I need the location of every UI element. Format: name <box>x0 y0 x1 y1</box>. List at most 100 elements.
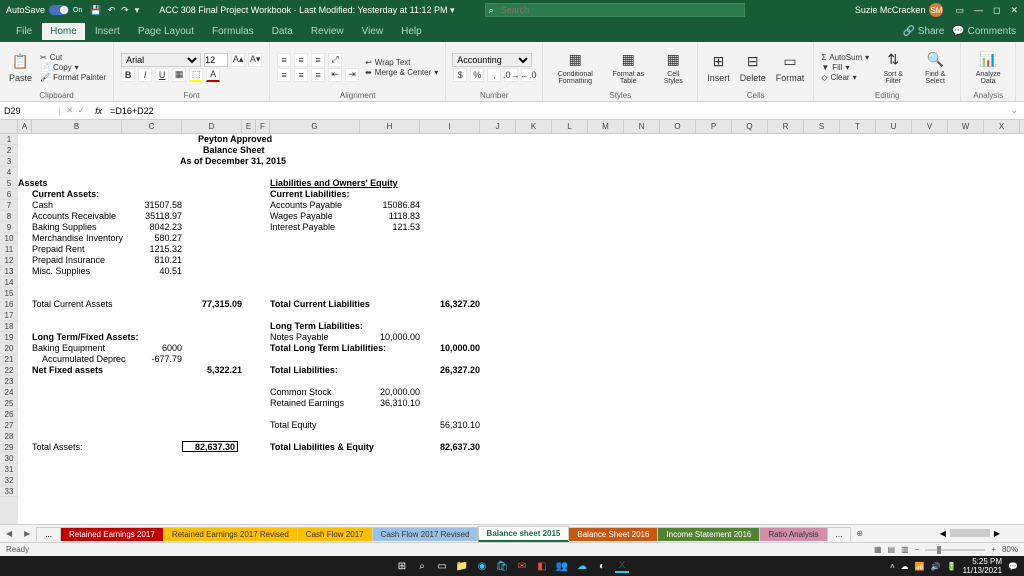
search-box[interactable]: ⌕ <box>485 3 745 17</box>
share-button[interactable]: 🔗 Share <box>902 26 944 37</box>
sheet-tab[interactable]: Balance Sheet 2016 <box>568 527 658 541</box>
redo-icon[interactable]: ↷ <box>121 5 129 16</box>
align-middle-icon[interactable]: ≡ <box>294 53 308 67</box>
tab-review[interactable]: Review <box>303 23 352 40</box>
cell[interactable]: 1118.83 <box>360 211 420 222</box>
cell[interactable]: Accounts Payable <box>270 200 342 211</box>
insert-cells-button[interactable]: ⊞Insert <box>704 51 733 84</box>
sort-filter-button[interactable]: ⇅Sort & Filter <box>874 49 912 86</box>
col-s[interactable]: S <box>804 120 840 133</box>
view-normal-icon[interactable]: ▦ <box>874 545 882 554</box>
row-hdr[interactable]: 32 <box>0 475 18 486</box>
cut-button[interactable]: ✂ Cut <box>39 53 107 62</box>
cell[interactable]: Common Stock <box>270 387 332 398</box>
cell[interactable]: Prepaid Rent <box>32 244 85 255</box>
maximize-icon[interactable]: ◻ <box>993 5 1000 16</box>
row-hdr[interactable]: 23 <box>0 376 18 387</box>
col-a[interactable]: A <box>18 120 32 133</box>
taskview-icon[interactable]: ▭ <box>435 559 449 573</box>
col-l[interactable]: L <box>552 120 588 133</box>
col-e[interactable]: E <box>242 120 256 133</box>
cell[interactable]: Total Current Assets <box>32 299 113 310</box>
row-hdr[interactable]: 19 <box>0 332 18 343</box>
cell[interactable]: Balance Sheet <box>203 145 265 156</box>
cell[interactable]: Total Liabilities & Equity <box>270 442 374 453</box>
mail-icon[interactable]: ✉ <box>515 559 529 573</box>
underline-button[interactable]: U <box>155 68 169 82</box>
row-hdr[interactable]: 9 <box>0 222 18 233</box>
cell[interactable]: Prepaid Insurance <box>32 255 105 266</box>
format-cells-button[interactable]: ▭Format <box>773 51 808 84</box>
tab-nav-prev[interactable]: ◀ <box>0 529 18 538</box>
row-hdr[interactable]: 16 <box>0 299 18 310</box>
align-right-icon[interactable]: ≡ <box>311 68 325 82</box>
sheet-tab[interactable]: Ratio Analysis <box>759 527 827 541</box>
tab-data[interactable]: Data <box>264 23 301 40</box>
sheet-tab[interactable]: Retained Earnings 2017 Revised <box>163 527 298 541</box>
cell[interactable]: -677.79 <box>122 354 182 365</box>
borders-button[interactable]: ▦ <box>172 68 186 82</box>
cell[interactable]: Baking Equipment <box>32 343 105 354</box>
notifications-icon[interactable]: 💬 <box>1008 562 1018 571</box>
cell[interactable]: 1215.32 <box>122 244 182 255</box>
row-hdr[interactable]: 6 <box>0 189 18 200</box>
col-p[interactable]: P <box>696 120 732 133</box>
battery-icon[interactable]: 🔋 <box>947 562 957 571</box>
orientation-icon[interactable]: ⤢ <box>328 53 342 67</box>
enter-icon[interactable]: ✓ <box>78 105 86 116</box>
wifi-icon[interactable]: 📶 <box>915 562 925 571</box>
cell[interactable]: Current Assets: <box>32 189 99 200</box>
row-hdr[interactable]: 20 <box>0 343 18 354</box>
cell[interactable]: 580.27 <box>122 233 182 244</box>
row-hdr[interactable]: 29 <box>0 442 18 453</box>
row-hdr[interactable]: 24 <box>0 387 18 398</box>
find-select-button[interactable]: 🔍Find & Select <box>916 49 954 86</box>
col-q[interactable]: Q <box>732 120 768 133</box>
format-as-table-button[interactable]: ▦Format as Table <box>605 49 651 86</box>
cell[interactable]: Long Term/Fixed Assets: <box>32 332 139 343</box>
cell[interactable]: 121.53 <box>360 222 420 233</box>
sheet-tab[interactable]: Retained Earnings 2017 <box>60 527 164 541</box>
cell[interactable]: Baking Supplies <box>32 222 97 233</box>
explorer-icon[interactable]: 📁 <box>455 559 469 573</box>
autosave-toggle[interactable]: AutoSave On <box>6 5 82 15</box>
sheet-tab[interactable]: Cash Flow 2017 <box>297 527 373 541</box>
fill-button[interactable]: ▼ Fill ▾ <box>820 63 870 72</box>
cell[interactable]: Total Current Liabilities <box>270 299 370 310</box>
sheet-tab[interactable]: Income Statement 2016 <box>657 527 760 541</box>
row-hdr[interactable]: 14 <box>0 277 18 288</box>
clock[interactable]: 5:25 PM 11/13/2021 <box>963 557 1002 575</box>
cell[interactable]: Misc. Supplies <box>32 266 90 277</box>
row-hdr[interactable]: 3 <box>0 156 18 167</box>
bold-button[interactable]: B <box>121 68 135 82</box>
search-input[interactable] <box>497 5 744 15</box>
col-v[interactable]: V <box>912 120 948 133</box>
cell[interactable]: Cash <box>32 200 53 211</box>
font-color-button[interactable]: A <box>206 68 220 82</box>
excel-icon[interactable]: X <box>615 559 629 573</box>
col-t[interactable]: T <box>840 120 876 133</box>
cell[interactable]: Notes Payable <box>270 332 329 343</box>
align-center-icon[interactable]: ≡ <box>294 68 308 82</box>
col-b[interactable]: B <box>32 120 122 133</box>
tab-view[interactable]: View <box>354 23 392 40</box>
cell[interactable]: Total Long Term Liabilities: <box>270 343 386 354</box>
font-size-input[interactable] <box>204 53 228 67</box>
row-hdr[interactable]: 17 <box>0 310 18 321</box>
row-hdr[interactable]: 4 <box>0 167 18 178</box>
cell[interactable]: 20,000.00 <box>360 387 420 398</box>
formula-input[interactable]: =D16+D22 <box>106 106 158 116</box>
col-c[interactable]: C <box>122 120 182 133</box>
sheet-tab-more[interactable]: ... <box>827 527 852 541</box>
tab-file[interactable]: File <box>8 23 40 40</box>
cell[interactable]: 77,315.09 <box>182 299 242 310</box>
row-hdr[interactable]: 25 <box>0 398 18 409</box>
col-i[interactable]: I <box>420 120 480 133</box>
comments-button[interactable]: 💬 Comments <box>952 26 1016 37</box>
start-icon[interactable]: ⊞ <box>395 559 409 573</box>
sheet-tab-dots[interactable]: ... <box>36 527 61 541</box>
edge-icon[interactable]: ◉ <box>475 559 489 573</box>
align-left-icon[interactable]: ≡ <box>277 68 291 82</box>
row-hdr[interactable]: 22 <box>0 365 18 376</box>
italic-button[interactable]: I <box>138 68 152 82</box>
